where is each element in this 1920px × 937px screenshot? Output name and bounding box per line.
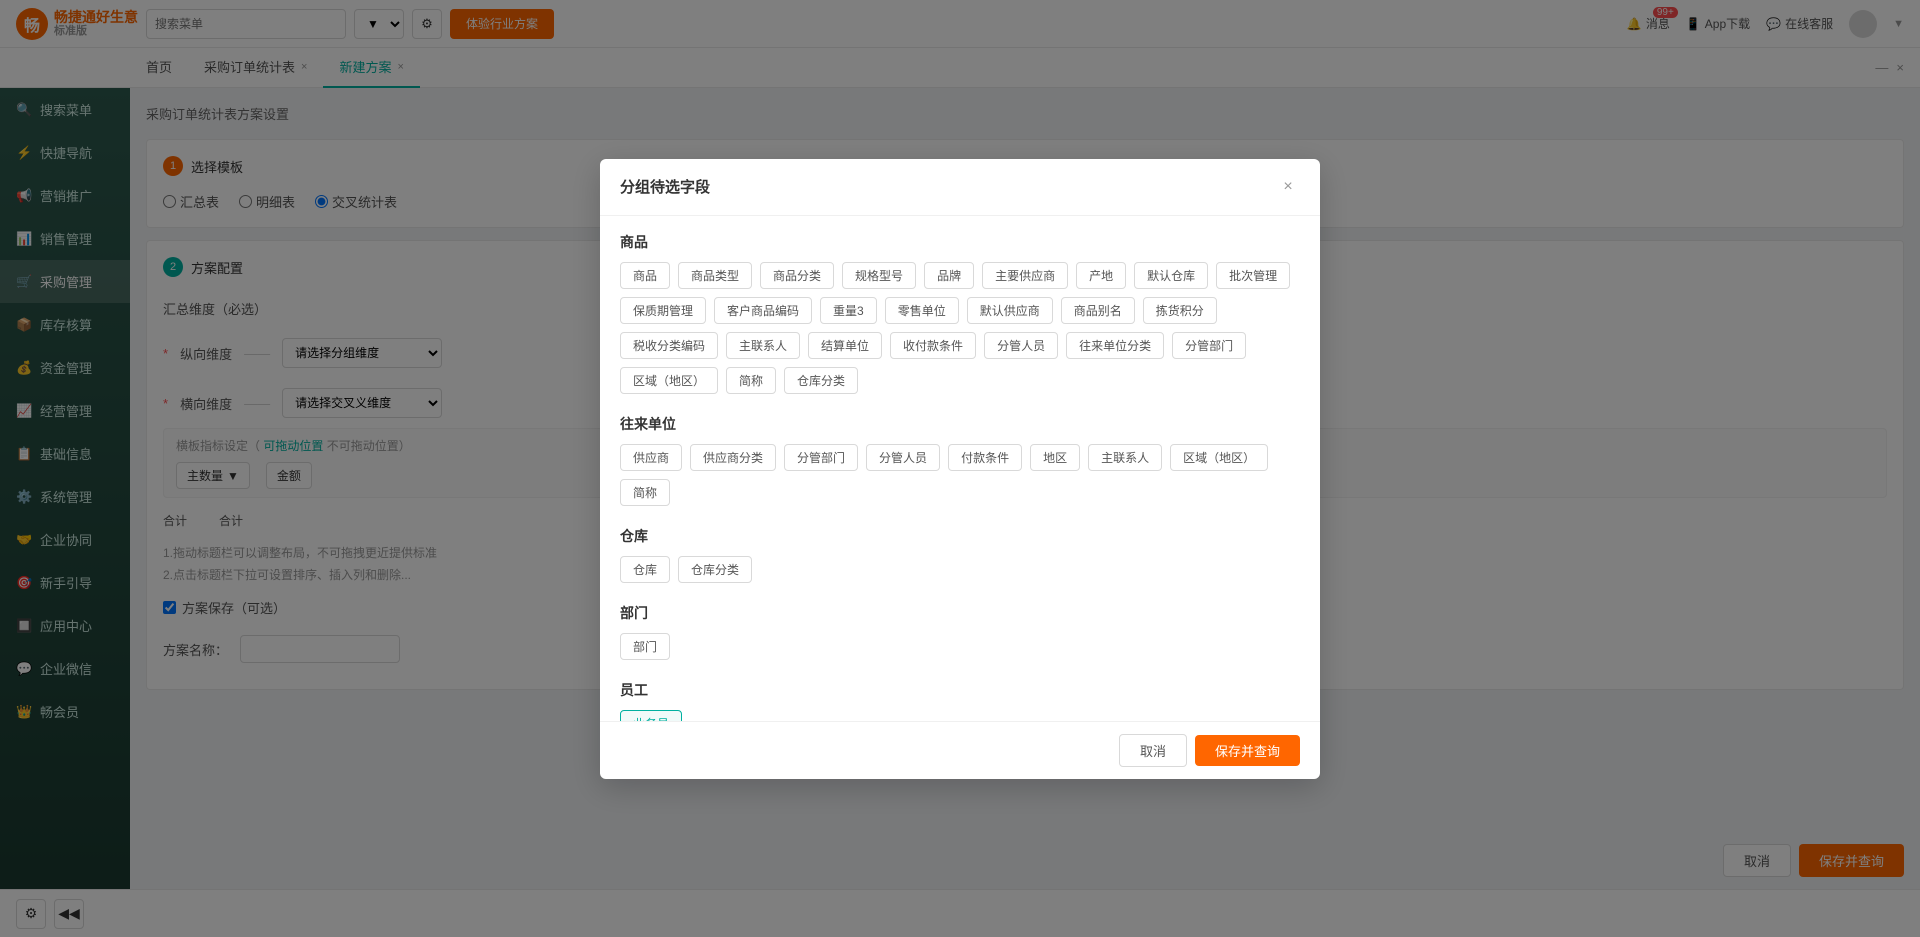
field-tag-weight3[interactable]: 重量3 [820, 297, 877, 324]
modal-title: 分组待选字段 [620, 176, 710, 197]
field-tag-supplier[interactable]: 供应商 [620, 444, 682, 471]
field-tag-origin[interactable]: 产地 [1076, 262, 1126, 289]
field-tag-pick-score[interactable]: 拣货积分 [1143, 297, 1217, 324]
section-warehouse: 仓库 仓库 仓库分类 [620, 526, 1300, 583]
field-tag-shelf-life[interactable]: 保质期管理 [620, 297, 706, 324]
field-tag-c-region[interactable]: 地区 [1030, 444, 1080, 471]
field-tag-spec[interactable]: 规格型号 [842, 262, 916, 289]
section-employee-title: 员工 [620, 680, 1300, 700]
modal-body[interactable]: 商品 商品 商品类型 商品分类 规格型号 品牌 主要供应商 产地 默认仓库 批次… [600, 216, 1320, 721]
field-tag-alias[interactable]: 商品别名 [1061, 297, 1135, 324]
field-tag-c-dept[interactable]: 分管部门 [784, 444, 858, 471]
modal-cancel-button[interactable]: 取消 [1119, 734, 1187, 767]
modal-overlay: 分组待选字段 × 商品 商品 商品类型 商品分类 规格型号 品牌 主要供应商 产… [0, 0, 1920, 937]
field-tag-product-type[interactable]: 商品类型 [678, 262, 752, 289]
field-tag-product-category[interactable]: 商品分类 [760, 262, 834, 289]
section-product-tags: 商品 商品类型 商品分类 规格型号 品牌 主要供应商 产地 默认仓库 批次管理 … [620, 262, 1300, 394]
field-tag-default-supplier[interactable]: 默认供应商 [967, 297, 1053, 324]
field-tag-main-contact[interactable]: 主联系人 [726, 332, 800, 359]
field-tag-payment-terms[interactable]: 收付款条件 [890, 332, 976, 359]
section-department-tags: 部门 [620, 633, 1300, 660]
field-tag-c-supervisor[interactable]: 分管人员 [866, 444, 940, 471]
modal-header: 分组待选字段 × [600, 159, 1320, 216]
modal-confirm-button[interactable]: 保存并查询 [1195, 735, 1300, 766]
field-tag-default-warehouse[interactable]: 默认仓库 [1134, 262, 1208, 289]
field-tag-counterparty-category[interactable]: 往来单位分类 [1066, 332, 1164, 359]
section-product: 商品 商品 商品类型 商品分类 规格型号 品牌 主要供应商 产地 默认仓库 批次… [620, 232, 1300, 394]
section-employee: 员工 业务员 [620, 680, 1300, 721]
field-tag-c-short-name[interactable]: 简称 [620, 479, 670, 506]
field-tag-tax-code[interactable]: 税收分类编码 [620, 332, 718, 359]
field-tag-customer-code[interactable]: 客户商品编码 [714, 297, 812, 324]
field-tag-settlement-unit[interactable]: 结算单位 [808, 332, 882, 359]
field-tag-retail-unit[interactable]: 零售单位 [885, 297, 959, 324]
field-tag-product[interactable]: 商品 [620, 262, 670, 289]
section-department: 部门 部门 [620, 603, 1300, 660]
section-product-title: 商品 [620, 232, 1300, 252]
section-counterparty-title: 往来单位 [620, 414, 1300, 434]
field-tag-dept[interactable]: 分管部门 [1172, 332, 1246, 359]
field-tag-salesperson[interactable]: 业务员 [620, 710, 682, 721]
field-tag-warehouse-category[interactable]: 仓库分类 [784, 367, 858, 394]
modal-close-button[interactable]: × [1276, 175, 1300, 199]
section-counterparty: 往来单位 供应商 供应商分类 分管部门 分管人员 付款条件 地区 主联系人 区域… [620, 414, 1300, 506]
field-tag-supplier-category[interactable]: 供应商分类 [690, 444, 776, 471]
section-counterparty-tags: 供应商 供应商分类 分管部门 分管人员 付款条件 地区 主联系人 区域（地区） … [620, 444, 1300, 506]
field-tag-batch[interactable]: 批次管理 [1216, 262, 1290, 289]
field-tag-warehouse[interactable]: 仓库 [620, 556, 670, 583]
section-department-title: 部门 [620, 603, 1300, 623]
field-tag-brand[interactable]: 品牌 [924, 262, 974, 289]
field-tag-main-supplier[interactable]: 主要供应商 [982, 262, 1068, 289]
field-tag-c-area[interactable]: 区域（地区） [1170, 444, 1268, 471]
field-tag-c-contact[interactable]: 主联系人 [1088, 444, 1162, 471]
field-tag-department[interactable]: 部门 [620, 633, 670, 660]
field-tag-c-payment[interactable]: 付款条件 [948, 444, 1022, 471]
field-tag-region[interactable]: 区域（地区） [620, 367, 718, 394]
modal-action-bar: 取消 保存并查询 [600, 721, 1320, 779]
field-tag-short-name[interactable]: 简称 [726, 367, 776, 394]
field-tag-supervisor[interactable]: 分管人员 [984, 332, 1058, 359]
field-tag-warehouse-cat[interactable]: 仓库分类 [678, 556, 752, 583]
section-warehouse-tags: 仓库 仓库分类 [620, 556, 1300, 583]
section-warehouse-title: 仓库 [620, 526, 1300, 546]
modal-dialog: 分组待选字段 × 商品 商品 商品类型 商品分类 规格型号 品牌 主要供应商 产… [600, 159, 1320, 779]
section-employee-tags: 业务员 [620, 710, 1300, 721]
